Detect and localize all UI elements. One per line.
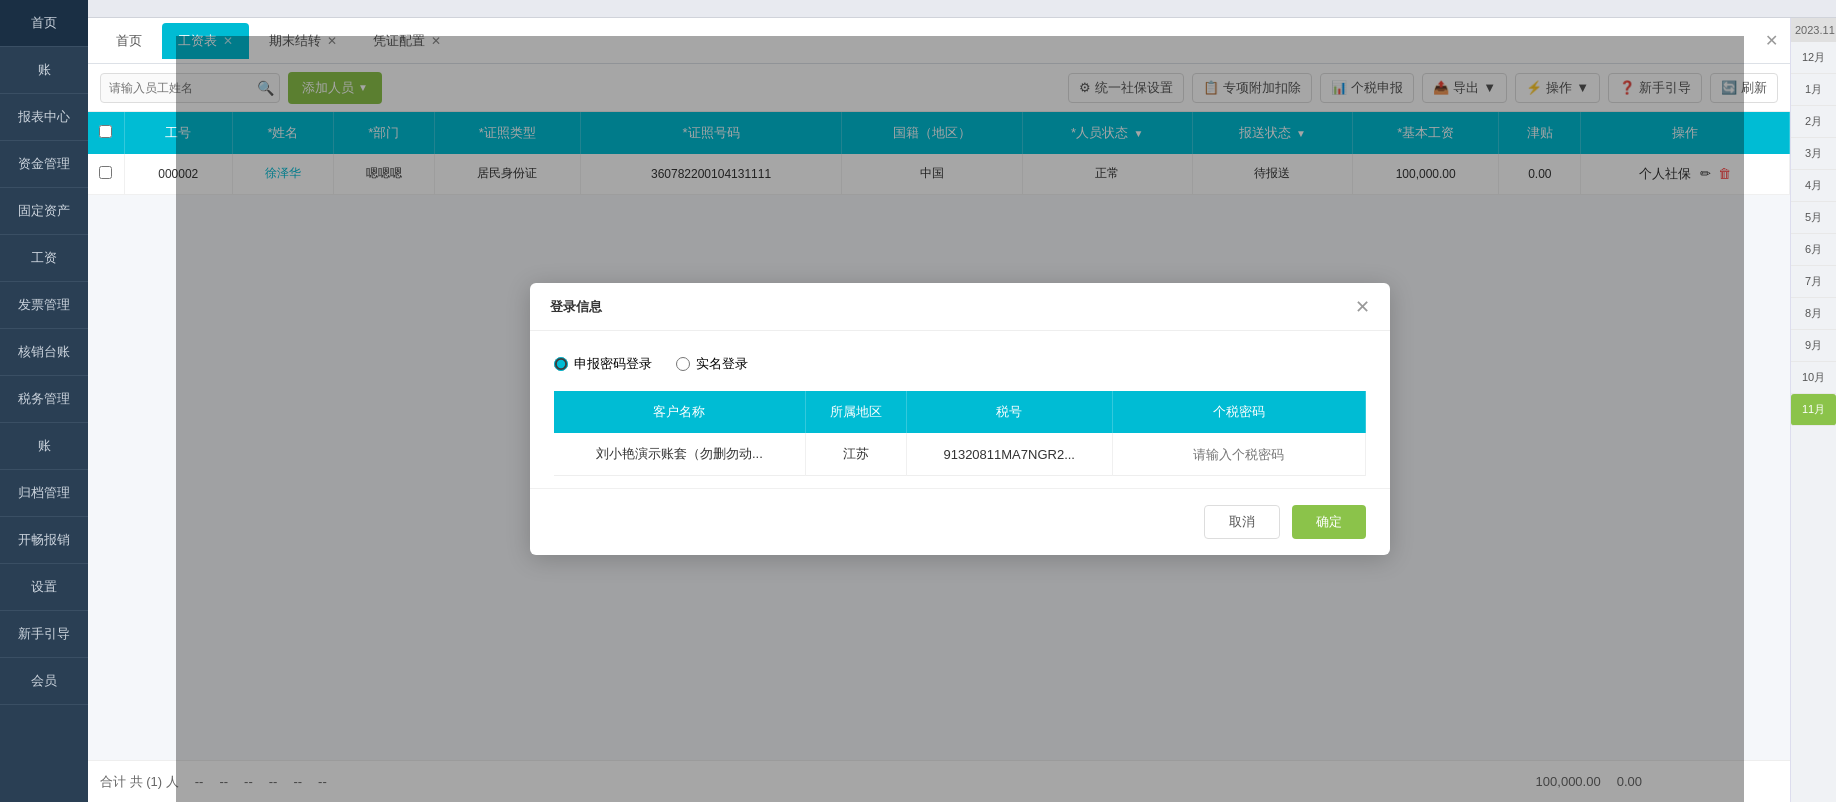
month-11[interactable]: 11月	[1791, 394, 1836, 426]
radio-realname-login[interactable]: 实名登录	[676, 355, 748, 373]
row-checkbox[interactable]	[88, 154, 124, 194]
modal-customer-name: 刘小艳演示账套（勿删勿动...	[554, 433, 805, 476]
modal-footer: 取消 确定	[530, 488, 1390, 555]
sidebar-item-report-center[interactable]: 报表中心	[0, 94, 88, 141]
row-select-checkbox[interactable]	[99, 166, 112, 179]
sidebar-label: 账	[8, 61, 80, 79]
sidebar-label: 新手引导	[8, 625, 80, 643]
sidebar-label: 报表中心	[8, 108, 80, 126]
modal-close-button[interactable]: ✕	[1355, 296, 1370, 318]
modal-header: 登录信息 ✕	[530, 283, 1390, 331]
modal-title: 登录信息	[550, 298, 602, 316]
sidebar-item-verify[interactable]: 核销台账	[0, 329, 88, 376]
modal-body: 申报密码登录 实名登录 客户名称 所属地区 税号 个税密码	[530, 331, 1390, 488]
sidebar-label: 核销台账	[8, 343, 80, 361]
sidebar-label: 会员	[8, 672, 80, 690]
sidebar-label: 发票管理	[8, 296, 80, 314]
radio-password-input[interactable]	[554, 357, 568, 371]
modal-password-cell[interactable]	[1112, 433, 1366, 476]
sidebar-label: 固定资产	[8, 202, 80, 220]
month-12[interactable]: 12月	[1791, 42, 1836, 74]
modal-table-header: 客户名称 所属地区 税号 个税密码	[554, 391, 1366, 433]
sidebar-item-settings[interactable]: 设置	[0, 564, 88, 611]
sidebar-item-expense[interactable]: 开畅报销	[0, 517, 88, 564]
cancel-button[interactable]: 取消	[1204, 505, 1280, 539]
tab-home[interactable]: 首页	[100, 23, 158, 59]
sidebar-item-tax[interactable]: 税务管理	[0, 376, 88, 423]
radio-password-label: 申报密码登录	[574, 355, 652, 373]
month-10[interactable]: 10月	[1791, 362, 1836, 394]
radio-realname-input[interactable]	[676, 357, 690, 371]
month-3[interactable]: 3月	[1791, 138, 1836, 170]
modal-col-tax-id: 税号	[906, 391, 1112, 433]
modal-col-region: 所属地区	[805, 391, 906, 433]
sidebar: 首页 账 报表中心 资金管理 固定资产 工资 发票管理 核销台账 税务管理 账 …	[0, 0, 88, 802]
month-9[interactable]: 9月	[1791, 330, 1836, 362]
sidebar-item-archive[interactable]: 归档管理	[0, 470, 88, 517]
month-1[interactable]: 1月	[1791, 74, 1836, 106]
modal-col-password: 个税密码	[1112, 391, 1366, 433]
sidebar-item-fund[interactable]: 资金管理	[0, 141, 88, 188]
sidebar-item-salary[interactable]: 工资	[0, 235, 88, 282]
sidebar-label: 工资	[8, 249, 80, 267]
login-info-table: 客户名称 所属地区 税号 个税密码 刘小艳演示账套（勿删勿动... 江苏 913…	[554, 391, 1366, 476]
modal-col-customer: 客户名称	[554, 391, 805, 433]
confirm-button[interactable]: 确定	[1292, 505, 1366, 539]
month-8[interactable]: 8月	[1791, 298, 1836, 330]
sidebar-label: 归档管理	[8, 484, 80, 502]
login-type-group: 申报密码登录 实名登录	[554, 355, 1366, 373]
refresh-label: 刷新	[1741, 79, 1767, 97]
login-modal: 登录信息 ✕ 申报密码登录 实名登录	[530, 283, 1390, 555]
select-all-checkbox[interactable]	[99, 125, 112, 138]
modal-region: 江苏	[805, 433, 906, 476]
sidebar-item-member[interactable]: 会员	[0, 658, 88, 705]
sidebar-label: 首页	[8, 14, 80, 32]
month-6[interactable]: 6月	[1791, 234, 1836, 266]
month-5[interactable]: 5月	[1791, 202, 1836, 234]
sidebar-item-invoice[interactable]: 发票管理	[0, 282, 88, 329]
sidebar-label: 资金管理	[8, 155, 80, 173]
modal-password-input[interactable]	[1125, 447, 1354, 462]
radio-realname-label: 实名登录	[696, 355, 748, 373]
modal-table-row: 刘小艳演示账套（勿删勿动... 江苏 91320811MA7NGR2...	[554, 433, 1366, 476]
calendar-year: 2023.11	[1791, 18, 1836, 42]
main-area: 首页 工资表 ✕ 期末结转 ✕ 凭证配置 ✕ ✕ 🔍 添加人员 ▼ ⚙ 统一社保…	[88, 18, 1790, 802]
tab-home-label: 首页	[116, 32, 142, 50]
sidebar-label: 设置	[8, 578, 80, 596]
sidebar-item-fixed-asset[interactable]: 固定资产	[0, 188, 88, 235]
top-scrollbar[interactable]	[88, 0, 1836, 18]
month-2[interactable]: 2月	[1791, 106, 1836, 138]
select-all-header[interactable]	[88, 112, 124, 154]
right-calendar-panel: 2023.11 12月 1月 2月 3月 4月 5月 6月 7月 8月 9月 1…	[1790, 18, 1836, 802]
modal-tax-id: 91320811MA7NGR2...	[906, 433, 1112, 476]
month-4[interactable]: 4月	[1791, 170, 1836, 202]
total-count: 合计 共 (1) 人	[100, 773, 179, 791]
main-close-button[interactable]: ✕	[1765, 31, 1778, 50]
month-7[interactable]: 7月	[1791, 266, 1836, 298]
sidebar-label: 开畅报销	[8, 531, 80, 549]
sidebar-label: 账	[8, 437, 80, 455]
modal-overlay: 登录信息 ✕ 申报密码登录 实名登录	[176, 36, 1744, 802]
sidebar-item-account[interactable]: 账	[0, 47, 88, 94]
sidebar-item-ledger[interactable]: 账	[0, 423, 88, 470]
sidebar-label: 税务管理	[8, 390, 80, 408]
radio-password-login[interactable]: 申报密码登录	[554, 355, 652, 373]
sidebar-item-home[interactable]: 首页	[0, 0, 88, 47]
sidebar-item-guide[interactable]: 新手引导	[0, 611, 88, 658]
